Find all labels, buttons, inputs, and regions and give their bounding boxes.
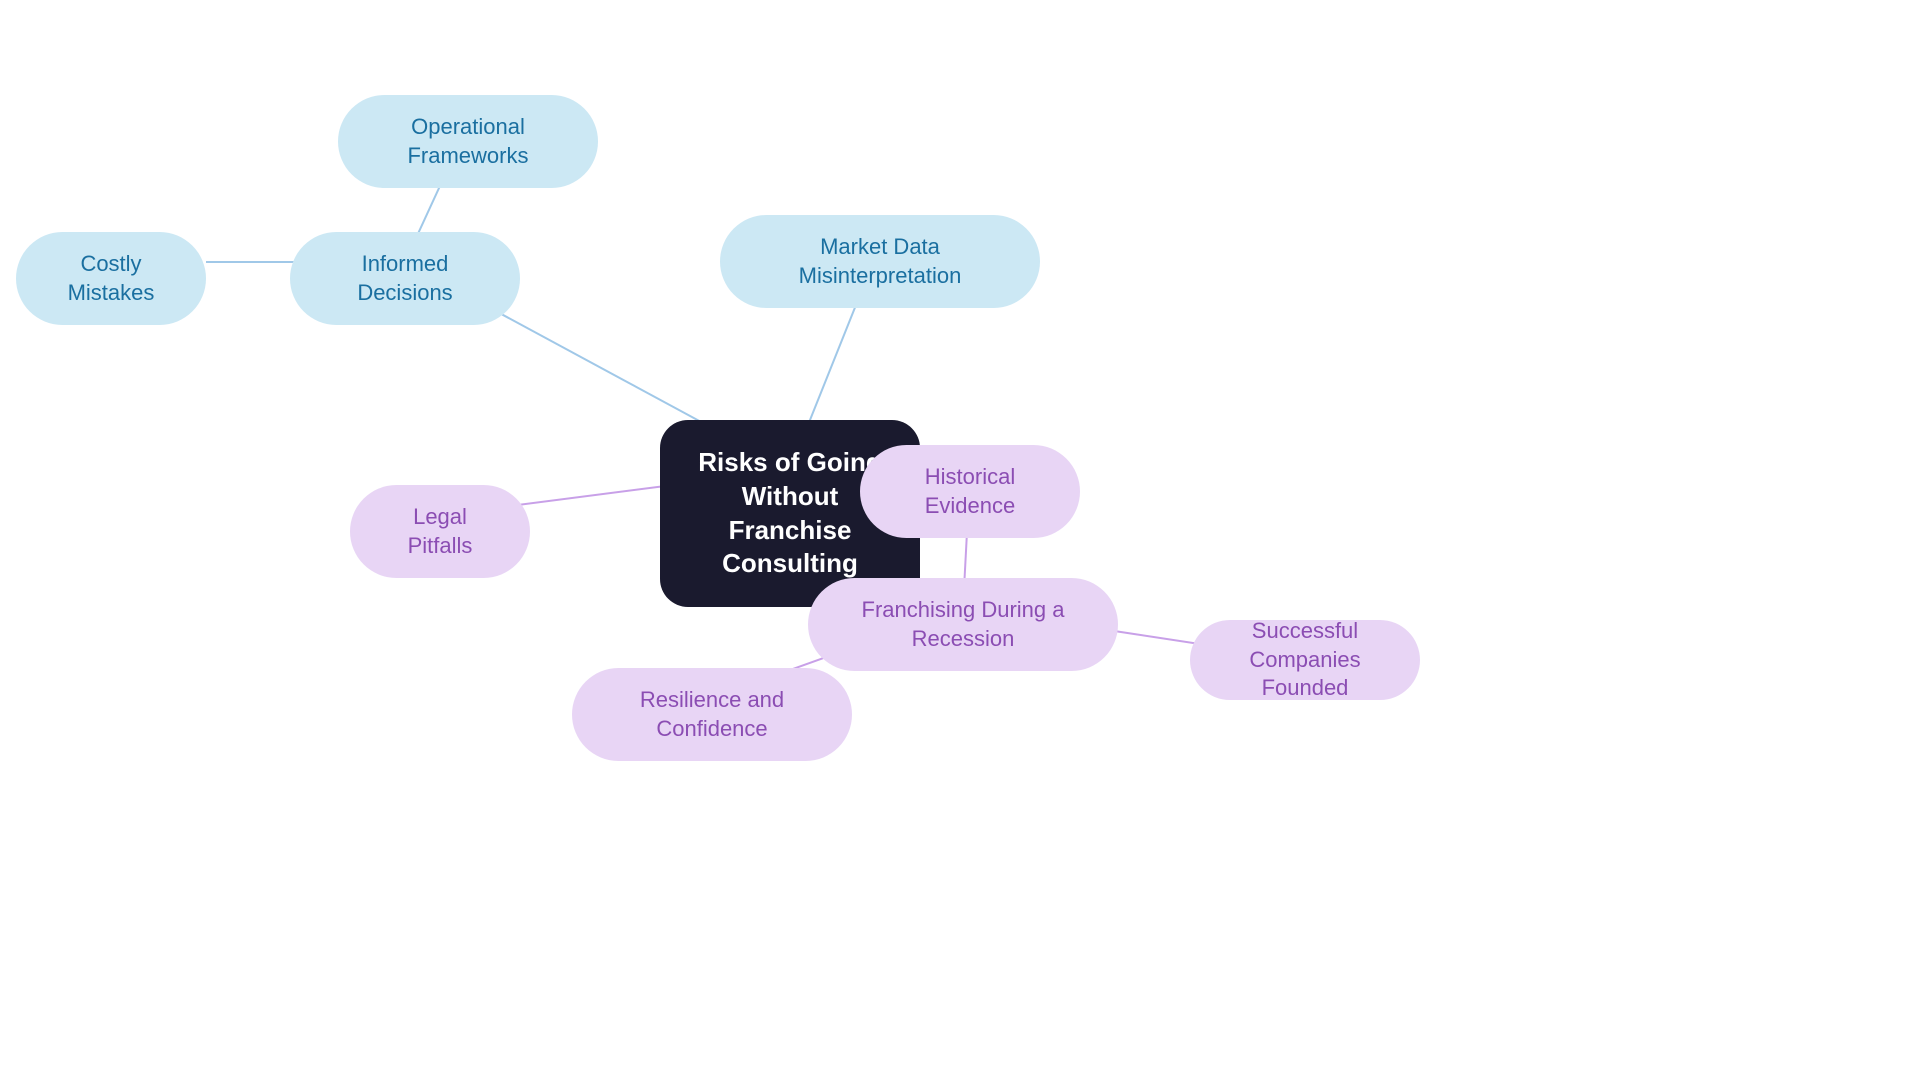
historical-evidence-node: Historical Evidence xyxy=(860,445,1080,538)
franchising-recession-node: Franchising During a Recession xyxy=(808,578,1118,671)
market-data-node: Market Data Misinterpretation xyxy=(720,215,1040,308)
informed-decisions-node: Informed Decisions xyxy=(290,232,520,325)
operational-frameworks-node: Operational Frameworks xyxy=(338,95,598,188)
resilience-confidence-node: Resilience and Confidence xyxy=(572,668,852,761)
legal-pitfalls-node: Legal Pitfalls xyxy=(350,485,530,578)
costly-mistakes-node: Costly Mistakes xyxy=(16,232,206,325)
successful-companies-node: Successful Companies Founded xyxy=(1190,620,1420,700)
